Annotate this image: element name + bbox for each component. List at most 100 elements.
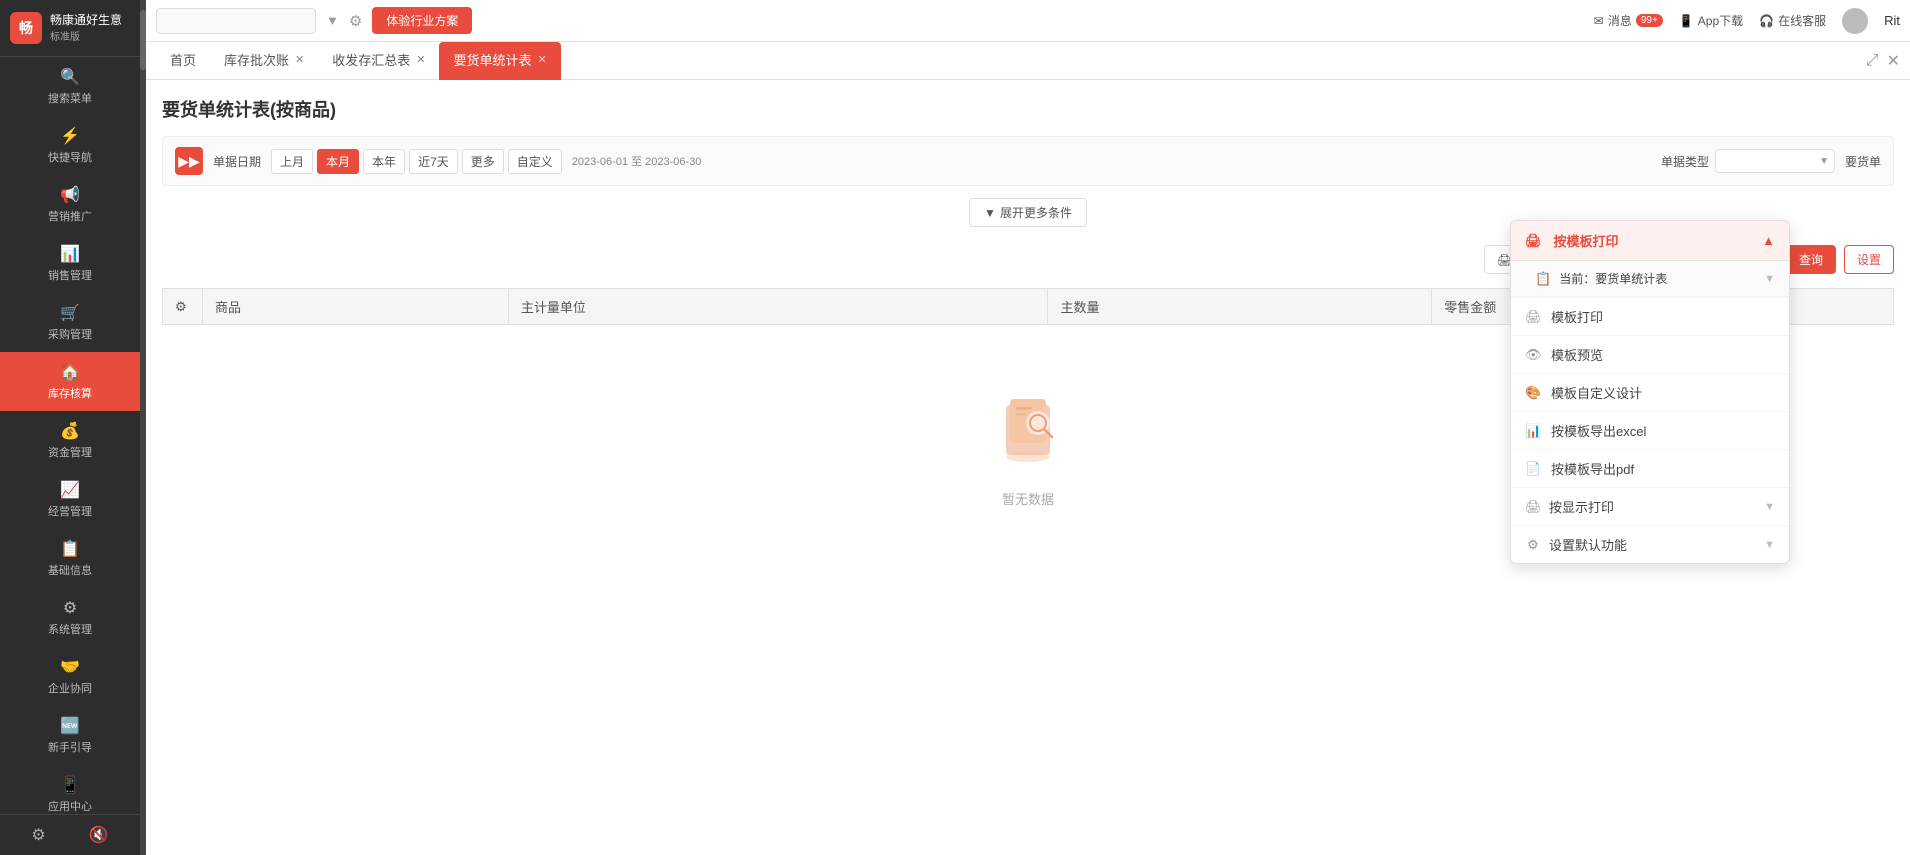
dropdown-item-template-custom-label: 模板自定义设计 [1551,383,1642,402]
prev-month-btn[interactable]: 上月 [271,149,313,174]
dropdown-item-set-default[interactable]: ⚙ 设置默认功能 ▼ [1511,526,1789,563]
sidebar-item-purchase[interactable]: 🛒 采购管理 [0,293,140,352]
current-month-btn[interactable]: 本月 [317,149,359,174]
dropdown-sub-menu: 📋 当前：要货单统计表 ▼ [1511,261,1789,298]
current-template-icon: 📋 [1535,271,1551,287]
dropdown-set-default-icon: ⚙ [1525,537,1541,553]
last-7-days-btn[interactable]: 近7天 [409,149,458,174]
dropdown-close-arrow[interactable]: ▲ [1762,233,1775,248]
tab-order-stats[interactable]: 要货单统计表 ✕ [439,42,560,80]
sidebar-item-apps[interactable]: 📱 应用中心 [0,765,140,814]
dropdown-current-template[interactable]: 📋 当前：要货单统计表 ▼ [1511,261,1789,297]
maximize-window-icon[interactable]: ⤢ [1866,52,1879,70]
tab-inventory-batch-close[interactable]: ✕ [295,53,304,66]
display-print-chevron-icon: ▼ [1764,501,1775,513]
user-avatar[interactable] [1842,8,1868,34]
sidebar-item-guide[interactable]: 🆕 新手引导 [0,706,140,765]
basic-icon: 📋 [60,539,80,559]
sidebar-label-finance: 资金管理 [48,444,92,460]
dropdown-printer-icon: 🖨 [1525,233,1542,249]
sidebar-label-system: 系统管理 [48,621,92,637]
sidebar-label-sales: 销售管理 [48,267,92,283]
dropdown-item-export-pdf[interactable]: 📄 按模板导出pdf [1511,450,1789,488]
type-select[interactable] [1715,149,1835,173]
dropdown-item-set-default-label: 设置默认功能 [1549,535,1627,554]
query-button[interactable]: 查询 [1786,245,1836,274]
sidebar-item-sales[interactable]: 📊 销售管理 [0,234,140,293]
shortcut-icon: ⚡ [60,126,80,146]
sales-icon: 📊 [60,244,80,264]
logo-icon: 畅 [10,12,42,44]
dropdown-item-template-print[interactable]: 🖨 模板打印 [1511,298,1789,336]
print-template-dropdown: 🖨 按模板打印 ▲ 📋 当前：要货单统计表 ▼ 🖨 模板打印 [1510,220,1790,564]
tab-inventory-batch[interactable]: 库存批次账 ✕ [210,42,318,80]
tab-inventory-batch-label: 库存批次账 [224,50,289,69]
tab-home[interactable]: 首页 [156,42,210,80]
tab-collection-summary-close[interactable]: ✕ [416,53,425,66]
dropdown-item-template-custom[interactable]: 🎨 模板自定义设计 [1511,374,1789,412]
search-icon: 🔍 [60,67,80,87]
custom-date-btn[interactable]: 自定义 [508,149,562,174]
order-type-label: 要货单 [1845,153,1881,170]
online-service-label: 在线客服 [1778,12,1826,29]
sidebar-item-basic[interactable]: 📋 基础信息 [0,529,140,588]
messages-button[interactable]: ✉ 消息 99+ [1594,12,1663,29]
sidebar-item-system[interactable]: ⚙ 系统管理 [0,588,140,647]
purchase-icon: 🛒 [60,303,80,323]
current-year-btn[interactable]: 本年 [363,149,405,174]
sidebar-item-shortcut[interactable]: ⚡ 快捷导航 [0,116,140,175]
column-unit: 主计量单位 [508,289,1048,325]
chevron-down-icon: ▼ [984,206,996,220]
dropdown-excel-icon: 📊 [1525,423,1541,439]
sidebar-bottom: ⚙ 🔇 [0,814,140,855]
tab-order-stats-label: 要货单统计表 [453,50,531,69]
dropdown-item-display-print[interactable]: 🖨 按显示打印 ▼ [1511,488,1789,526]
topbar: ▼ ⚙ 体验行业方案 ✉ 消息 99+ 📱 App下载 🎧 在线客服 Rit [146,0,1910,42]
mute-icon[interactable]: 🔇 [89,825,109,845]
column-quantity: 主数量 [1048,289,1432,325]
sidebar-item-finance[interactable]: 💰 资金管理 [0,411,140,470]
sidebar-item-inventory[interactable]: 🏠 库存核算 [0,352,140,411]
main-area: ▼ ⚙ 体验行业方案 ✉ 消息 99+ 📱 App下载 🎧 在线客服 Rit 首… [146,0,1910,855]
page-title: 要货单统计表(按商品) [162,96,1894,122]
settings-button[interactable]: 设置 [1844,245,1894,274]
expand-conditions-label: 展开更多条件 [1000,204,1072,221]
headset-icon: 🎧 [1759,14,1774,28]
sidebar-label-inventory: 库存核算 [48,385,92,401]
close-window-icon[interactable]: ✕ [1887,51,1900,71]
messages-badge: 99+ [1636,14,1663,27]
user-name: Rit [1884,13,1900,28]
collab-icon: 🤝 [60,657,80,677]
tab-collection-summary[interactable]: 收发存汇总表 ✕ [318,42,439,80]
dropdown-item-display-print-label: 按显示打印 [1549,497,1614,516]
app-tag: 标准版 [50,28,122,43]
column-settings[interactable]: ⚙ [163,289,203,325]
online-service-button[interactable]: 🎧 在线客服 [1759,12,1826,29]
app-download-button[interactable]: 📱 App下载 [1679,12,1743,29]
type-filter-label: 单据类型 [1661,153,1709,170]
operations-icon: 📈 [60,480,80,500]
sidebar-label-shortcut: 快捷导航 [48,149,92,165]
sidebar-item-operations[interactable]: 📈 经营管理 [0,470,140,529]
settings-bottom-icon[interactable]: ⚙ [31,825,45,845]
dropdown-item-export-excel-label: 按模板导出excel [1551,421,1646,440]
sidebar-item-marketing[interactable]: 📢 营销推广 [0,175,140,234]
search-chevron-icon[interactable]: ▼ [326,13,339,28]
topbar-gear-icon[interactable]: ⚙ [349,12,362,30]
sidebar-item-search[interactable]: 🔍 搜索菜单 [0,57,140,116]
dropdown-item-export-excel[interactable]: 📊 按模板导出excel [1511,412,1789,450]
tab-order-stats-close[interactable]: ✕ [538,53,547,66]
search-input[interactable] [156,8,316,34]
dropdown-pdf-icon: 📄 [1525,461,1541,477]
table-settings-icon[interactable]: ⚙ [175,299,187,314]
sidebar-label-purchase: 采购管理 [48,326,92,342]
column-product: 商品 [203,289,509,325]
sidebar-item-collab[interactable]: 🤝 企业协同 [0,647,140,706]
expand-conditions-button[interactable]: ▼ 展开更多条件 [969,198,1087,227]
date-range-label: 2023-06-01 至 2023-06-30 [572,153,702,169]
industry-solution-button[interactable]: 体验行业方案 [372,7,472,34]
more-date-btn[interactable]: 更多 [462,149,504,174]
filter-toggle-button[interactable]: ▶▶ [175,147,203,175]
dropdown-item-template-preview[interactable]: 👁 模板预览 [1511,336,1789,374]
dropdown-printer2-icon: 🖨 [1525,309,1541,325]
